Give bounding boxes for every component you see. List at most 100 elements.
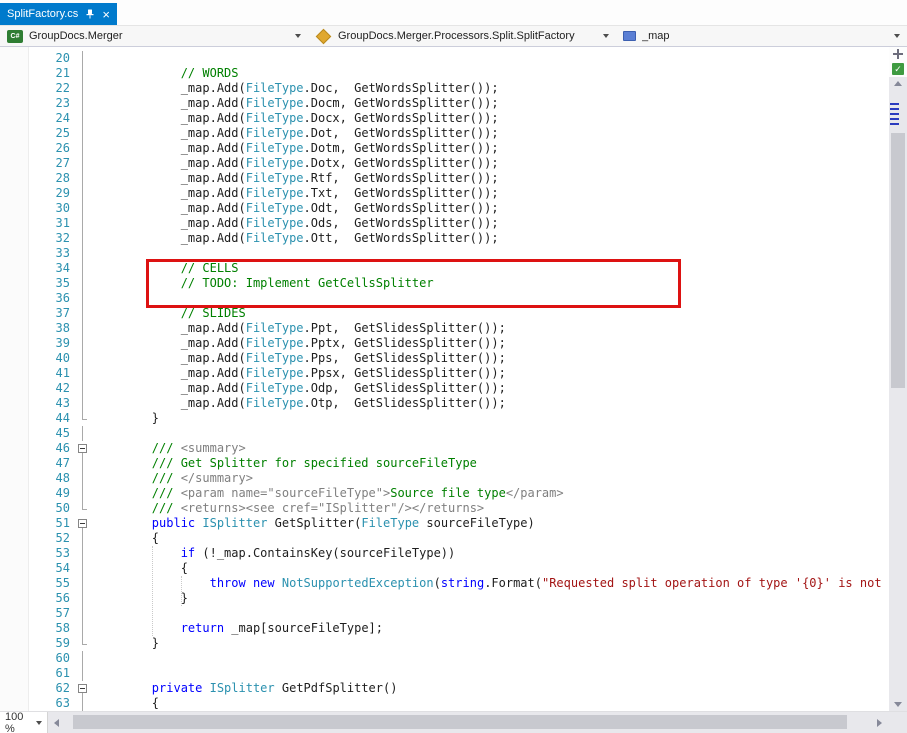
code-line[interactable]: 46 /// <summary>	[0, 441, 889, 456]
code-line[interactable]: 53 if (!_map.ContainsKey(sourceFileType)…	[0, 546, 889, 561]
code-line[interactable]: 29 _map.Add(FileType.Txt, GetWordsSplitt…	[0, 186, 889, 201]
chevron-down-icon[interactable]	[295, 34, 301, 38]
line-number[interactable]: 32	[28, 231, 76, 246]
line-number[interactable]: 56	[28, 591, 76, 606]
line-number[interactable]: 46	[28, 441, 76, 456]
line-number[interactable]: 47	[28, 456, 76, 471]
pin-icon[interactable]	[85, 9, 95, 19]
line-number[interactable]: 61	[28, 666, 76, 681]
line-number[interactable]: 38	[28, 321, 76, 336]
code-line[interactable]: 61	[0, 666, 889, 681]
line-number[interactable]: 23	[28, 96, 76, 111]
zoom-control[interactable]: 100 %	[0, 711, 48, 733]
tab-splitfactory[interactable]: SplitFactory.cs ×	[0, 3, 117, 25]
chevron-down-icon[interactable]	[603, 34, 609, 38]
code-line[interactable]: 48 /// </summary>	[0, 471, 889, 486]
line-number[interactable]: 52	[28, 531, 76, 546]
fold-collapse-button[interactable]	[76, 441, 90, 456]
h-scrollbar-track[interactable]	[65, 712, 871, 733]
line-number[interactable]: 39	[28, 336, 76, 351]
code-line[interactable]: 26 _map.Add(FileType.Dotm, GetWordsSplit…	[0, 141, 889, 156]
code-line[interactable]: 50 /// <returns><see cref="ISplitter"/><…	[0, 501, 889, 516]
line-number[interactable]: 48	[28, 471, 76, 486]
line-number[interactable]: 26	[28, 141, 76, 156]
code-line[interactable]: 30 _map.Add(FileType.Odt, GetWordsSplitt…	[0, 201, 889, 216]
code-line[interactable]: 34 // CELLS	[0, 261, 889, 276]
line-number[interactable]: 27	[28, 156, 76, 171]
line-number[interactable]: 24	[28, 111, 76, 126]
line-number[interactable]: 58	[28, 621, 76, 636]
code-line[interactable]: 51 public ISplitter GetSplitter(FileType…	[0, 516, 889, 531]
code-line[interactable]: 44 }	[0, 411, 889, 426]
chevron-down-icon[interactable]	[894, 34, 900, 38]
code-line[interactable]: 41 _map.Add(FileType.Ppsx, GetSlidesSpli…	[0, 366, 889, 381]
line-number[interactable]: 49	[28, 486, 76, 501]
line-number[interactable]: 25	[28, 126, 76, 141]
scroll-left-button[interactable]	[48, 712, 65, 733]
code-area[interactable]: 20 21 // WORDS 22 _map.Add(FileType.Doc, G…	[0, 47, 889, 711]
line-number[interactable]: 44	[28, 411, 76, 426]
code-line[interactable]: 20	[0, 51, 889, 66]
code-line[interactable]: 40 _map.Add(FileType.Pps, GetSlidesSplit…	[0, 351, 889, 366]
code-line[interactable]: 32 _map.Add(FileType.Ott, GetWordsSplitt…	[0, 231, 889, 246]
collapse-minus-icon[interactable]	[78, 444, 87, 453]
line-number[interactable]: 21	[28, 66, 76, 81]
line-number[interactable]: 37	[28, 306, 76, 321]
code-line[interactable]: 37 // SLIDES	[0, 306, 889, 321]
vertical-scrollbar[interactable]: ✓	[889, 47, 907, 711]
code-line[interactable]: 52 {	[0, 531, 889, 546]
code-line[interactable]: 55 throw new NotSupportedException(strin…	[0, 576, 889, 591]
breakpoint-margin[interactable]	[0, 47, 29, 711]
code-line[interactable]: 35 // TODO: Implement GetCellsSplitter	[0, 276, 889, 291]
code-line[interactable]: 47 /// Get Splitter for specified source…	[0, 456, 889, 471]
code-line[interactable]: 22 _map.Add(FileType.Doc, GetWordsSplitt…	[0, 81, 889, 96]
code-line[interactable]: 54 {	[0, 561, 889, 576]
fold-collapse-button[interactable]	[76, 516, 90, 531]
code-line[interactable]: 23 _map.Add(FileType.Docm, GetWordsSplit…	[0, 96, 889, 111]
scrollbar-track[interactable]	[889, 90, 907, 698]
code-line[interactable]: 31 _map.Add(FileType.Ods, GetWordsSplitt…	[0, 216, 889, 231]
code-line[interactable]: 27 _map.Add(FileType.Dotx, GetWordsSplit…	[0, 156, 889, 171]
line-number[interactable]: 28	[28, 171, 76, 186]
code-line[interactable]: 58 return _map[sourceFileType];	[0, 621, 889, 636]
line-number[interactable]: 40	[28, 351, 76, 366]
line-number[interactable]: 22	[28, 81, 76, 96]
line-number[interactable]: 45	[28, 426, 76, 441]
line-number[interactable]: 57	[28, 606, 76, 621]
file-health-indicator[interactable]: ✓	[889, 61, 907, 77]
line-number[interactable]: 54	[28, 561, 76, 576]
code-line[interactable]: 45	[0, 426, 889, 441]
code-line[interactable]: 49 /// <param name="sourceFileType">Sour…	[0, 486, 889, 501]
code-line[interactable]: 60	[0, 651, 889, 666]
line-number[interactable]: 55	[28, 576, 76, 591]
line-number[interactable]: 62	[28, 681, 76, 696]
line-number[interactable]: 34	[28, 261, 76, 276]
code-line[interactable]: 21 // WORDS	[0, 66, 889, 81]
line-number[interactable]: 42	[28, 381, 76, 396]
project-dropdown[interactable]: C# GroupDocs.Merger	[0, 26, 308, 46]
close-icon[interactable]: ×	[102, 8, 110, 21]
code-line[interactable]: 63 {	[0, 696, 889, 711]
line-number[interactable]: 29	[28, 186, 76, 201]
line-number[interactable]: 20	[28, 51, 76, 66]
line-number[interactable]: 43	[28, 396, 76, 411]
line-number[interactable]: 36	[28, 291, 76, 306]
collapse-minus-icon[interactable]	[78, 519, 87, 528]
line-number[interactable]: 30	[28, 201, 76, 216]
line-number[interactable]: 35	[28, 276, 76, 291]
code-line[interactable]: 42 _map.Add(FileType.Odp, GetSlidesSplit…	[0, 381, 889, 396]
line-number[interactable]: 50	[28, 501, 76, 516]
code-line[interactable]: 38 _map.Add(FileType.Ppt, GetSlidesSplit…	[0, 321, 889, 336]
h-scrollbar-thumb[interactable]	[73, 715, 847, 729]
scroll-up-button[interactable]	[889, 77, 907, 90]
code-line[interactable]: 25 _map.Add(FileType.Dot, GetWordsSplitt…	[0, 126, 889, 141]
type-dropdown[interactable]: GroupDocs.Merger.Processors.Split.SplitF…	[308, 26, 616, 46]
scrollbar-thumb[interactable]	[891, 132, 905, 388]
scroll-right-button[interactable]	[871, 712, 888, 733]
code-line[interactable]: 57	[0, 606, 889, 621]
line-number[interactable]: 51	[28, 516, 76, 531]
line-number[interactable]: 33	[28, 246, 76, 261]
line-number[interactable]: 31	[28, 216, 76, 231]
code-line[interactable]: 62 private ISplitter GetPdfSplitter()	[0, 681, 889, 696]
code-line[interactable]: 36	[0, 291, 889, 306]
